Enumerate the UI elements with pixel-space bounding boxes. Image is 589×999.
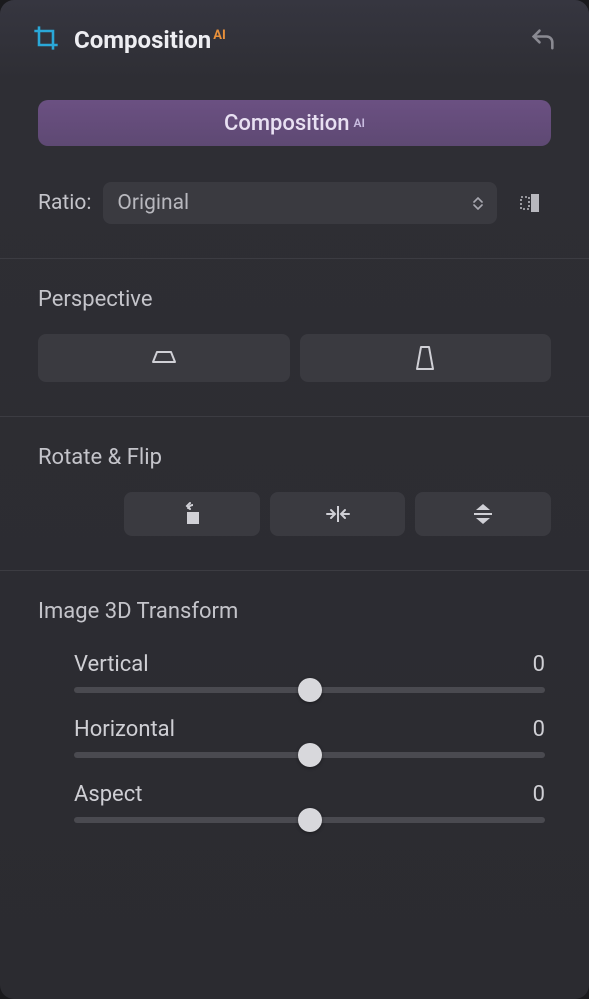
ratio-row: Ratio: Original	[38, 182, 551, 224]
rotate-left-button[interactable]	[124, 492, 260, 536]
ratio-label: Ratio:	[38, 191, 91, 215]
aspect-label: Aspect	[74, 782, 142, 807]
composition-ai-button[interactable]: CompositionAI	[38, 100, 551, 146]
rotate-canvas-button[interactable]	[509, 182, 551, 224]
crop-icon	[32, 24, 60, 56]
undo-button[interactable]	[527, 24, 559, 56]
panel-content: CompositionAI Ratio: Original	[0, 76, 589, 901]
horizontal-slider[interactable]	[74, 752, 545, 758]
transform-title: Image 3D Transform	[38, 599, 551, 624]
panel-title: CompositionAI	[74, 26, 226, 54]
vertical-slider[interactable]	[74, 687, 545, 693]
perspective-horizontal-button[interactable]	[38, 334, 290, 382]
rotate-flip-section: Rotate & Flip	[0, 417, 589, 571]
aspect-slider-group: Aspect 0	[74, 782, 545, 823]
panel-header: CompositionAI	[0, 0, 589, 76]
transform-section: Image 3D Transform Vertical 0 Horizontal…	[0, 571, 589, 881]
horizontal-slider-group: Horizontal 0	[74, 717, 545, 758]
perspective-title: Perspective	[38, 287, 551, 312]
ai-badge: AI	[213, 28, 226, 43]
vertical-slider-thumb[interactable]	[298, 678, 322, 702]
perspective-row	[38, 334, 551, 382]
aspect-slider[interactable]	[74, 817, 545, 823]
perspective-section: Perspective	[0, 259, 589, 417]
ratio-value: Original	[117, 191, 189, 215]
flip-vertical-button[interactable]	[415, 492, 551, 536]
ratio-select[interactable]: Original	[103, 182, 497, 224]
horizontal-slider-thumb[interactable]	[298, 743, 322, 767]
header-left: CompositionAI	[32, 24, 226, 56]
vertical-label: Vertical	[74, 652, 149, 677]
aspect-slider-thumb[interactable]	[298, 808, 322, 832]
composition-panel: CompositionAI CompositionAI Ratio: Origi…	[0, 0, 589, 999]
aspect-value: 0	[533, 782, 545, 807]
rotate-flip-row	[38, 492, 551, 536]
vertical-value: 0	[533, 652, 545, 677]
chevron-updown-icon	[473, 197, 483, 210]
flip-horizontal-button[interactable]	[270, 492, 406, 536]
perspective-vertical-button[interactable]	[300, 334, 552, 382]
horizontal-value: 0	[533, 717, 545, 742]
composition-section: CompositionAI Ratio: Original	[0, 76, 589, 259]
vertical-slider-group: Vertical 0	[74, 652, 545, 693]
horizontal-label: Horizontal	[74, 717, 175, 742]
rotate-flip-title: Rotate & Flip	[38, 445, 551, 470]
